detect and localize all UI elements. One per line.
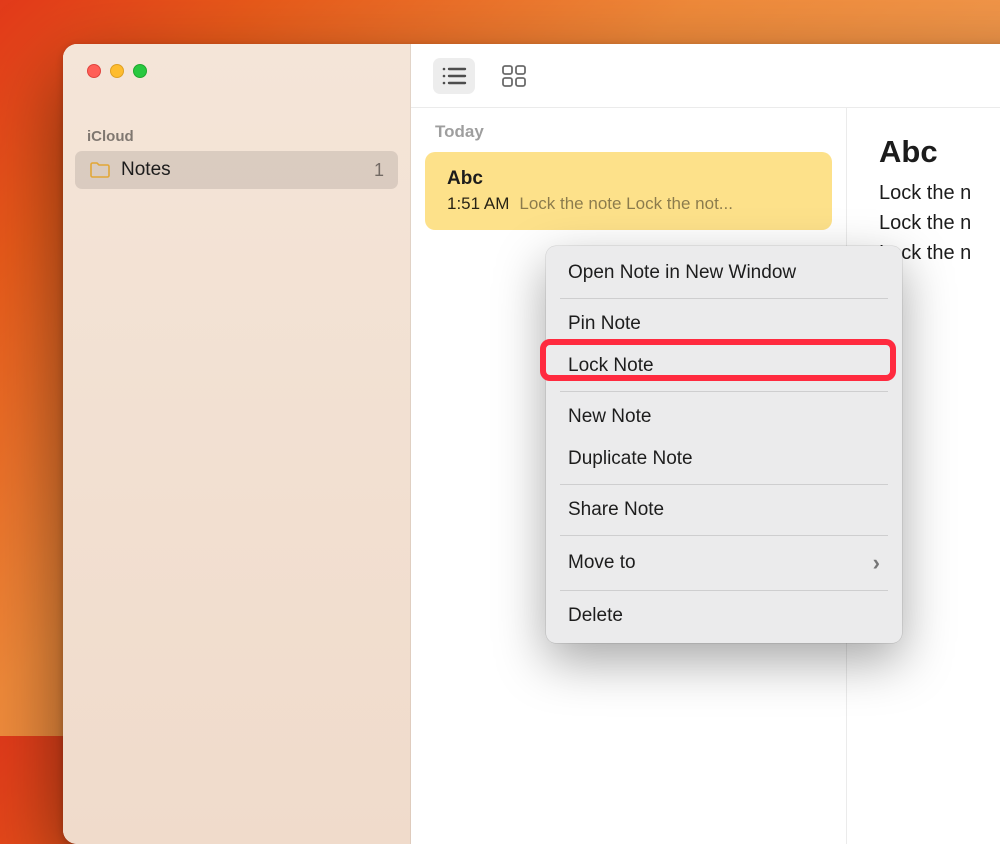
- minimize-window-button[interactable]: [110, 64, 124, 78]
- folder-label: Notes: [121, 159, 171, 181]
- context-menu: Open Note in New Window Pin Note Lock Note…: [546, 246, 902, 643]
- menu-item-label: Open Note in New Window: [568, 262, 796, 284]
- zoom-window-button[interactable]: [133, 64, 147, 78]
- editor-title: Abc: [879, 134, 1000, 170]
- chevron-right-icon: ›: [873, 550, 880, 576]
- menu-item-label: Duplicate Note: [568, 448, 693, 470]
- editor-line: Lock the n: [879, 208, 1000, 238]
- grid-view-icon: [502, 65, 526, 87]
- editor-line: Lock the n: [879, 178, 1000, 208]
- window-controls: [63, 64, 410, 78]
- menu-item-pin-note[interactable]: Pin Note: [546, 303, 902, 345]
- menu-separator: [560, 484, 888, 485]
- sidebar-section-label: iCloud: [63, 128, 410, 151]
- menu-item-label: Pin Note: [568, 313, 641, 335]
- note-time: 1:51 AM: [447, 194, 509, 214]
- menu-item-share-note[interactable]: Share Note: [546, 489, 902, 531]
- folder-count: 1: [374, 160, 384, 181]
- menu-item-label: Delete: [568, 605, 623, 627]
- note-list-item[interactable]: Abc 1:51 AM Lock the note Lock the not..…: [425, 152, 832, 230]
- note-meta: 1:51 AM Lock the note Lock the not...: [447, 194, 810, 214]
- menu-item-label: New Note: [568, 406, 651, 428]
- menu-item-lock-note[interactable]: Lock Note: [546, 345, 902, 387]
- menu-separator: [560, 298, 888, 299]
- sidebar: iCloud Notes 1: [63, 44, 411, 844]
- menu-item-label: Lock Note: [568, 355, 654, 377]
- menu-separator: [560, 391, 888, 392]
- note-title: Abc: [447, 168, 810, 190]
- list-view-icon: [441, 65, 467, 87]
- menu-separator: [560, 535, 888, 536]
- menu-item-duplicate-note[interactable]: Duplicate Note: [546, 438, 902, 480]
- menu-item-label: Share Note: [568, 499, 664, 521]
- toolbar: [411, 44, 1000, 108]
- folder-notes[interactable]: Notes 1: [75, 151, 398, 189]
- folder-icon: [89, 161, 111, 179]
- menu-item-open-new-window[interactable]: Open Note in New Window: [546, 252, 902, 294]
- menu-item-delete[interactable]: Delete: [546, 595, 902, 637]
- menu-separator: [560, 590, 888, 591]
- menu-item-new-note[interactable]: New Note: [546, 396, 902, 438]
- list-header: Today: [425, 122, 832, 152]
- menu-item-move-to[interactable]: Move to ›: [546, 540, 902, 586]
- note-preview: Lock the note Lock the not...: [519, 194, 733, 214]
- grid-view-button[interactable]: [493, 58, 535, 94]
- menu-item-label: Move to: [568, 552, 636, 574]
- close-window-button[interactable]: [87, 64, 101, 78]
- list-view-button[interactable]: [433, 58, 475, 94]
